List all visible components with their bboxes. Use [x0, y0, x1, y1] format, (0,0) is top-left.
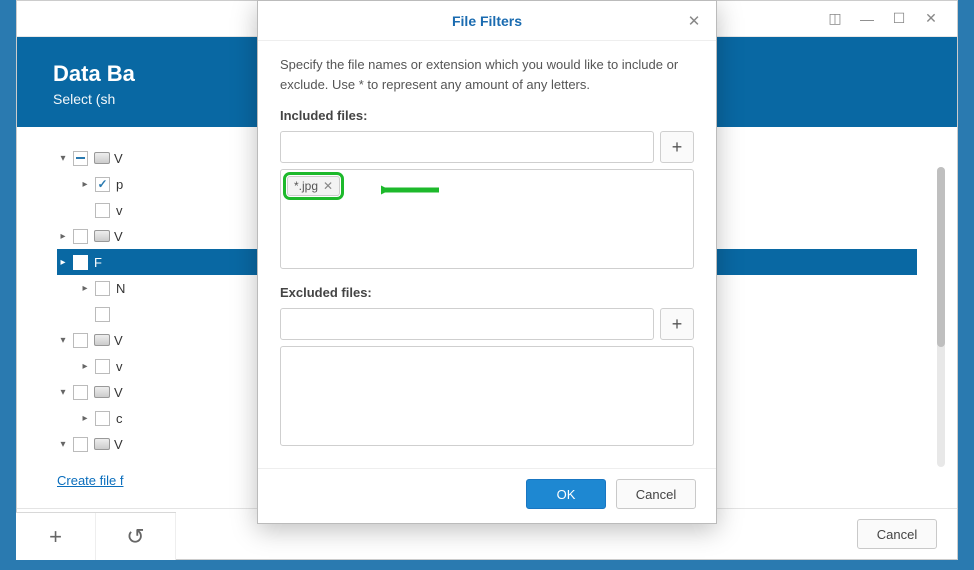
tag-remove-icon[interactable]: ✕ — [323, 179, 333, 193]
excluded-input-row: + — [280, 308, 694, 340]
add-included-button[interactable]: + — [660, 131, 694, 163]
ok-button[interactable]: OK — [526, 479, 606, 509]
included-input-row: + — [280, 131, 694, 163]
excluded-files-label: Excluded files: — [280, 285, 694, 300]
cancel-dialog-button[interactable]: Cancel — [616, 479, 696, 509]
included-files-input[interactable] — [280, 131, 654, 163]
highlight-arrow-annotation — [381, 182, 451, 206]
dialog-description: Specify the file names or extension whic… — [280, 55, 694, 94]
excluded-tags-box[interactable] — [280, 346, 694, 446]
modal-backdrop: File Filters ✕ Specify the file names or… — [0, 0, 974, 570]
included-tag[interactable]: *.jpg ✕ — [287, 176, 340, 196]
excluded-files-input[interactable] — [280, 308, 654, 340]
included-files-label: Included files: — [280, 108, 694, 123]
dialog-header: File Filters ✕ — [258, 1, 716, 41]
dialog-body: Specify the file names or extension whic… — [258, 41, 716, 468]
dialog-close-button[interactable]: ✕ — [682, 9, 706, 33]
dialog-footer: OK Cancel — [258, 468, 716, 523]
dialog-title: File Filters — [452, 13, 522, 29]
tag-text: *.jpg — [294, 179, 318, 193]
included-tags-box[interactable]: *.jpg ✕ — [280, 169, 694, 269]
file-filters-dialog: File Filters ✕ Specify the file names or… — [257, 0, 717, 524]
add-excluded-button[interactable]: + — [660, 308, 694, 340]
